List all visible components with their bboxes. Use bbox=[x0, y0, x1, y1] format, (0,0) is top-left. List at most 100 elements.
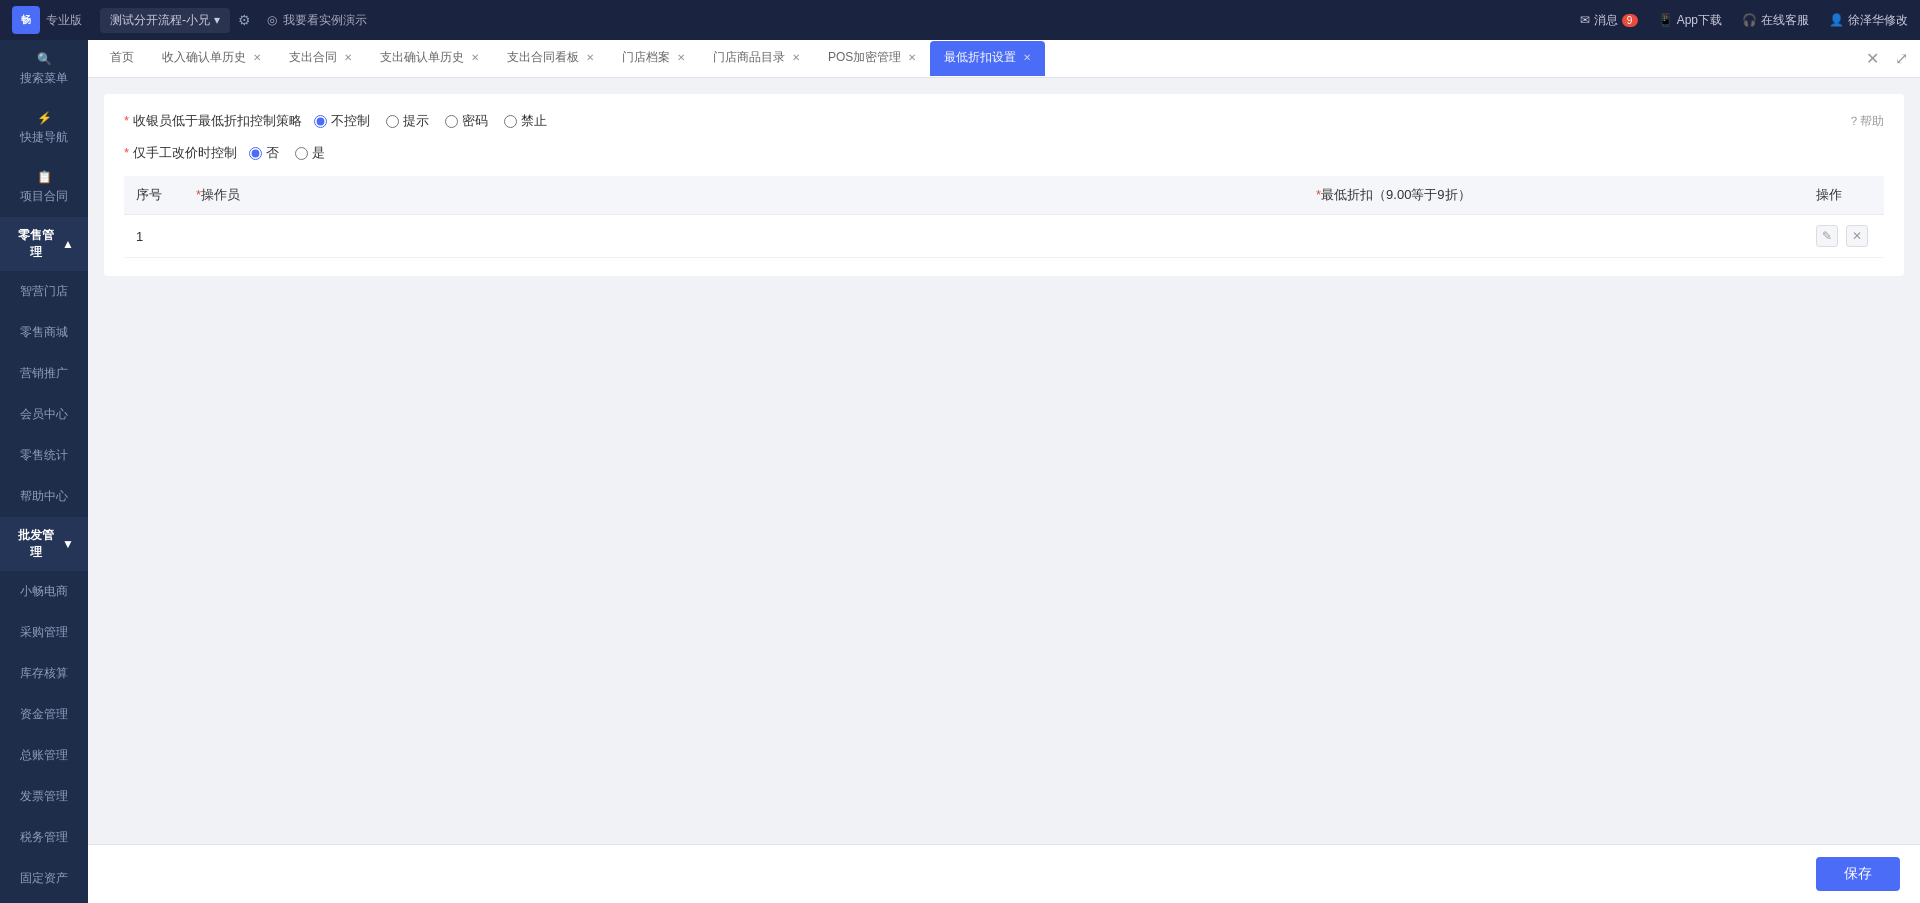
sidebar-item-members[interactable]: 会员中心 bbox=[0, 394, 88, 435]
sidebar-item-finance[interactable]: 资金管理 bbox=[0, 694, 88, 735]
close-tab-button[interactable]: ✕ bbox=[1862, 47, 1883, 70]
option-no-control[interactable]: 不控制 bbox=[314, 112, 370, 130]
messages-item[interactable]: ✉ 消息 9 bbox=[1580, 12, 1638, 29]
tab-close-pos-encrypt[interactable]: ✕ bbox=[908, 52, 916, 63]
tab-home[interactable]: 首页 bbox=[96, 41, 148, 76]
radio-no-control[interactable] bbox=[314, 115, 327, 128]
cell-operator bbox=[184, 215, 1304, 258]
table-header-row: 序号 *操作员 *最低折扣（9.00等于9折） 操作 bbox=[124, 176, 1884, 215]
tab-close-expense-contract-board[interactable]: ✕ bbox=[586, 52, 594, 63]
option-yes-manual[interactable]: 是 bbox=[295, 144, 325, 162]
demo-link[interactable]: ◎ 我要看实例演示 bbox=[267, 12, 367, 29]
edit-row-button[interactable]: ✎ bbox=[1816, 225, 1838, 247]
radio-password[interactable] bbox=[445, 115, 458, 128]
sidebar-item-retail-stats[interactable]: 零售统计 bbox=[0, 435, 88, 476]
table-row: 1 ✎ ✕ bbox=[124, 215, 1884, 258]
sidebar-item-search[interactable]: 🔍 搜索菜单 bbox=[0, 40, 88, 99]
sidebar-label-retail: 零售管理 bbox=[14, 227, 58, 261]
sidebar-label-marketing: 营销推广 bbox=[20, 365, 68, 382]
online-service-label: 在线客服 bbox=[1761, 12, 1809, 29]
tab-store-catalog[interactable]: 门店商品目录 ✕ bbox=[699, 41, 814, 76]
radio-no-manual[interactable] bbox=[249, 147, 262, 160]
delete-row-button[interactable]: ✕ bbox=[1846, 225, 1868, 247]
sidebar-item-ledger[interactable]: 总账管理 bbox=[0, 735, 88, 776]
sidebar-item-quicknav[interactable]: ⚡ 快捷导航 bbox=[0, 99, 88, 158]
tab-expense-confirm-history[interactable]: 支出确认单历史 ✕ bbox=[366, 41, 493, 76]
online-service-item[interactable]: 🎧 在线客服 bbox=[1742, 12, 1809, 29]
sidebar-item-smart-store[interactable]: 智营门店 bbox=[0, 271, 88, 312]
tab-income-history[interactable]: 收入确认单历史 ✕ bbox=[148, 41, 275, 76]
settings-form-card: 收银员低于最低折扣控制策略 不控制 提示 密码 bbox=[104, 94, 1904, 276]
discount-control-label: 收银员低于最低折扣控制策略 bbox=[124, 112, 302, 130]
cell-action: ✎ ✕ bbox=[1804, 215, 1884, 258]
sidebar-label-quicknav: 快捷导航 bbox=[20, 129, 68, 146]
tab-label-expense-confirm-history: 支出确认单历史 bbox=[380, 49, 464, 66]
sidebar-label-finance: 资金管理 bbox=[20, 706, 68, 723]
sidebar-item-tax[interactable]: 税务管理 bbox=[0, 817, 88, 858]
manual-control-label: 仅手工改价时控制 bbox=[124, 144, 237, 162]
page-content: 收银员低于最低折扣控制策略 不控制 提示 密码 bbox=[88, 78, 1920, 844]
user-item[interactable]: 👤 徐泽华修改 bbox=[1829, 12, 1908, 29]
sidebar-item-wholesale[interactable]: 批发管理 ▼ bbox=[0, 517, 88, 571]
sidebar-item-ecommerce[interactable]: 小畅电商 bbox=[0, 571, 88, 612]
chevron-down-icon: ▾ bbox=[214, 13, 220, 27]
sidebar-item-invoice[interactable]: 发票管理 bbox=[0, 776, 88, 817]
tabbar-actions: ✕ ⤢ bbox=[1862, 47, 1912, 70]
option-prompt[interactable]: 提示 bbox=[386, 112, 429, 130]
project-selector[interactable]: 测试分开流程-小兄 ▾ bbox=[100, 8, 230, 33]
sidebar-item-assets[interactable]: 固定资产 bbox=[0, 858, 88, 899]
sidebar-item-retail[interactable]: 零售管理 ▲ bbox=[0, 217, 88, 271]
tab-min-discount[interactable]: 最低折扣设置 ✕ bbox=[930, 41, 1045, 76]
demo-label: 我要看实例演示 bbox=[283, 12, 367, 29]
logo-icon: 畅 bbox=[12, 6, 40, 34]
tab-expense-contract[interactable]: 支出合同 ✕ bbox=[275, 41, 366, 76]
sidebar-item-salary[interactable]: 工资 bbox=[0, 899, 88, 903]
sidebar-label-smart-store: 智营门店 bbox=[20, 283, 68, 300]
save-button[interactable]: 保存 bbox=[1816, 857, 1900, 891]
radio-yes-manual[interactable] bbox=[295, 147, 308, 160]
main-layout: 🔍 搜索菜单 ⚡ 快捷导航 📋 项目合同 零售管理 ▲ 智营门店 零售商城 营销… bbox=[0, 40, 1920, 903]
sidebar-item-online-store[interactable]: 零售商城 bbox=[0, 312, 88, 353]
expand-tab-button[interactable]: ⤢ bbox=[1891, 47, 1912, 70]
sidebar-item-contract[interactable]: 📋 项目合同 bbox=[0, 158, 88, 217]
tab-close-min-discount[interactable]: ✕ bbox=[1023, 52, 1031, 63]
radio-prompt[interactable] bbox=[386, 115, 399, 128]
tab-close-income-history[interactable]: ✕ bbox=[253, 52, 261, 63]
chevron-up-icon: ▲ bbox=[62, 237, 74, 251]
cell-seq: 1 bbox=[124, 215, 184, 258]
sidebar-item-purchase[interactable]: 采购管理 bbox=[0, 612, 88, 653]
option-password[interactable]: 密码 bbox=[445, 112, 488, 130]
sidebar-label-members: 会员中心 bbox=[20, 406, 68, 423]
tab-close-expense-confirm-history[interactable]: ✕ bbox=[471, 52, 479, 63]
message-icon: ✉ bbox=[1580, 13, 1590, 27]
sidebar-label-ledger: 总账管理 bbox=[20, 747, 68, 764]
contract-icon: 📋 bbox=[37, 170, 52, 184]
tab-close-store-archive[interactable]: ✕ bbox=[677, 52, 685, 63]
option-forbid[interactable]: 禁止 bbox=[504, 112, 547, 130]
sidebar-item-marketing[interactable]: 营销推广 bbox=[0, 353, 88, 394]
option-no-manual[interactable]: 否 bbox=[249, 144, 279, 162]
tab-close-expense-contract[interactable]: ✕ bbox=[344, 52, 352, 63]
topbar-right: ✉ 消息 9 📱 App下载 🎧 在线客服 👤 徐泽华修改 bbox=[1580, 12, 1908, 29]
sidebar-label-contract: 项目合同 bbox=[20, 188, 68, 205]
tab-label-expense-contract-board: 支出合同看板 bbox=[507, 49, 579, 66]
sidebar-label-inventory: 库存核算 bbox=[20, 665, 68, 682]
tab-label-store-catalog: 门店商品目录 bbox=[713, 49, 785, 66]
app-download-item[interactable]: 📱 App下载 bbox=[1658, 12, 1722, 29]
help-icon[interactable]: ？帮助 bbox=[1848, 113, 1884, 130]
settings-icon[interactable]: ⚙ bbox=[238, 12, 251, 28]
tab-pos-encrypt[interactable]: POS加密管理 ✕ bbox=[814, 41, 930, 76]
user-label: 徐泽华修改 bbox=[1848, 12, 1908, 29]
sidebar-item-inventory[interactable]: 库存核算 bbox=[0, 653, 88, 694]
sidebar-item-help[interactable]: 帮助中心 bbox=[0, 476, 88, 517]
tab-label-pos-encrypt: POS加密管理 bbox=[828, 49, 901, 66]
tab-close-store-catalog[interactable]: ✕ bbox=[792, 52, 800, 63]
radio-forbid[interactable] bbox=[504, 115, 517, 128]
tab-store-archive[interactable]: 门店档案 ✕ bbox=[608, 41, 699, 76]
tab-expense-contract-board[interactable]: 支出合同看板 ✕ bbox=[493, 41, 608, 76]
project-name: 测试分开流程-小兄 bbox=[110, 12, 210, 29]
discount-table: 序号 *操作员 *最低折扣（9.00等于9折） 操作 bbox=[124, 176, 1884, 258]
version-label: 专业版 bbox=[46, 12, 82, 29]
app-download-label: App下载 bbox=[1677, 12, 1722, 29]
sidebar: 🔍 搜索菜单 ⚡ 快捷导航 📋 项目合同 零售管理 ▲ 智营门店 零售商城 营销… bbox=[0, 40, 88, 903]
